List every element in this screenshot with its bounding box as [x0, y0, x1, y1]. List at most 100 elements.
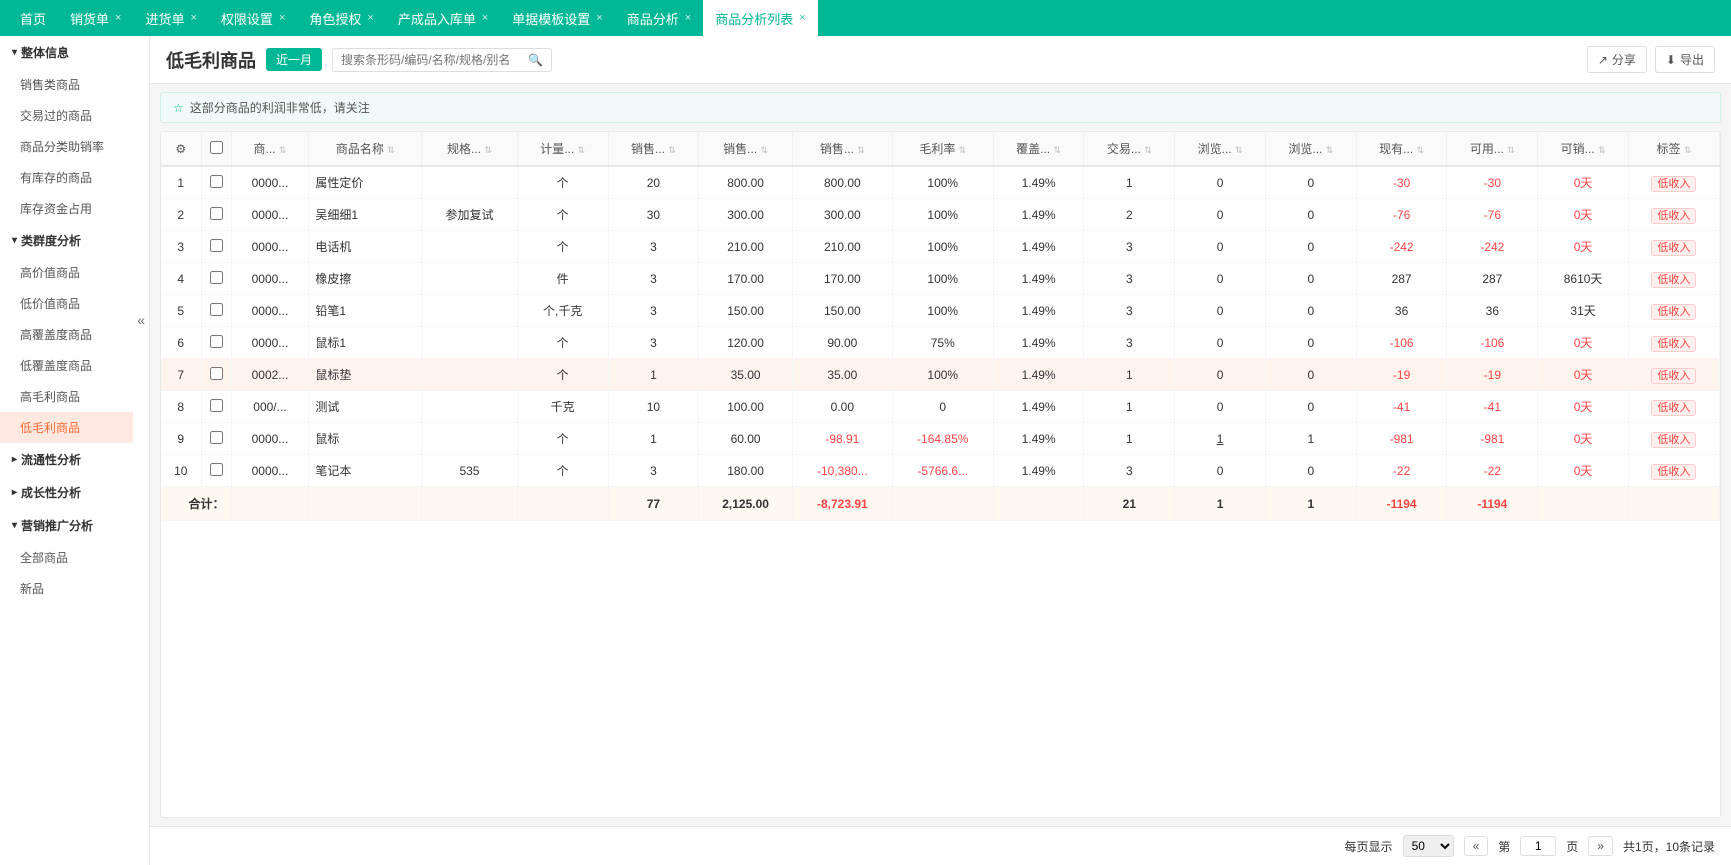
sidebar-item-sales-products[interactable]: 销售类商品: [0, 69, 133, 100]
row-checkbox[interactable]: [201, 166, 231, 199]
row-view1[interactable]: 0: [1175, 391, 1266, 423]
sidebar-group-growth[interactable]: ▸ 成长性分析: [0, 476, 133, 509]
row-view1[interactable]: 1: [1175, 423, 1266, 455]
row-select-checkbox[interactable]: [210, 399, 223, 412]
row-select-checkbox[interactable]: [210, 271, 223, 284]
row-select-checkbox[interactable]: [210, 335, 223, 348]
sidebar-item-traded[interactable]: 交易过的商品: [0, 100, 133, 131]
filter-recent-month[interactable]: 近一月: [266, 48, 322, 71]
col-sale1[interactable]: 销售... ⇅: [608, 132, 699, 166]
prev-page-button[interactable]: «: [1464, 836, 1489, 856]
row-view1[interactable]: 0: [1175, 199, 1266, 231]
row-name[interactable]: 笔记本: [309, 455, 422, 487]
sidebar-item-low-value[interactable]: 低价值商品: [0, 288, 133, 319]
col-name[interactable]: 商品名称 ⇅: [309, 132, 422, 166]
row-select-checkbox[interactable]: [210, 207, 223, 220]
col-settings[interactable]: ⚙: [161, 132, 201, 166]
close-icon[interactable]: ×: [367, 12, 373, 24]
row-name[interactable]: 鼠标: [309, 423, 422, 455]
row-checkbox[interactable]: [201, 199, 231, 231]
row-name[interactable]: 鼠标垫: [309, 359, 422, 391]
search-input[interactable]: [332, 48, 552, 72]
row-name[interactable]: 铅笔1: [309, 295, 422, 327]
collapse-sidebar-button[interactable]: «: [133, 304, 149, 336]
row-checkbox[interactable]: [201, 455, 231, 487]
sidebar-group-flow[interactable]: ▸ 流通性分析: [0, 443, 133, 476]
search-icon[interactable]: 🔍: [528, 53, 543, 67]
select-all-checkbox[interactable]: [210, 141, 223, 154]
nav-item-sales[interactable]: 销货单 ×: [58, 0, 133, 36]
row-checkbox[interactable]: [201, 391, 231, 423]
col-coverage[interactable]: 覆盖... ⇅: [993, 132, 1084, 166]
row-checkbox[interactable]: [201, 423, 231, 455]
col-spec[interactable]: 规格... ⇅: [422, 132, 518, 166]
row-name[interactable]: 属性定价: [309, 166, 422, 199]
sidebar-item-high-value[interactable]: 高价值商品: [0, 257, 133, 288]
col-sale2[interactable]: 销售... ⇅: [699, 132, 793, 166]
col-stock1[interactable]: 现有... ⇅: [1356, 132, 1447, 166]
sidebar-item-low-coverage[interactable]: 低覆盖度商品: [0, 350, 133, 381]
row-view1[interactable]: 0: [1175, 455, 1266, 487]
row-name[interactable]: 电话机: [309, 231, 422, 263]
row-view1[interactable]: 0: [1175, 295, 1266, 327]
row-select-checkbox[interactable]: [210, 303, 223, 316]
col-trade[interactable]: 交易... ⇅: [1084, 132, 1175, 166]
sidebar-item-low-margin[interactable]: 低毛利商品: [0, 412, 133, 443]
sidebar-item-category-rate[interactable]: 商品分类助销率: [0, 131, 133, 162]
nav-item-permissions[interactable]: 权限设置 ×: [209, 0, 297, 36]
close-icon[interactable]: ×: [685, 12, 691, 24]
row-checkbox[interactable]: [201, 295, 231, 327]
close-icon[interactable]: ×: [482, 12, 488, 24]
per-page-select[interactable]: 50 100 200: [1403, 835, 1454, 857]
sidebar-group-marketing[interactable]: ▾ 营销推广分析: [0, 509, 133, 542]
page-number-input[interactable]: [1520, 836, 1556, 856]
close-icon[interactable]: ×: [596, 12, 602, 24]
col-view1[interactable]: 浏览... ⇅: [1175, 132, 1266, 166]
close-icon[interactable]: ×: [279, 12, 285, 24]
row-name[interactable]: 橡皮擦: [309, 263, 422, 295]
row-name[interactable]: 测试: [309, 391, 422, 423]
col-view2[interactable]: 浏览... ⇅: [1265, 132, 1356, 166]
row-checkbox[interactable]: [201, 263, 231, 295]
col-gross-rate[interactable]: 毛利率 ⇅: [892, 132, 993, 166]
nav-item-home[interactable]: 首页: [8, 0, 58, 36]
row-select-checkbox[interactable]: [210, 367, 223, 380]
close-icon[interactable]: ×: [115, 12, 121, 24]
row-checkbox[interactable]: [201, 359, 231, 391]
sidebar-item-all-products[interactable]: 全部商品: [0, 542, 133, 573]
row-checkbox[interactable]: [201, 231, 231, 263]
sidebar-item-capital[interactable]: 库存资金占用: [0, 193, 133, 224]
sidebar-item-high-coverage[interactable]: 高覆盖度商品: [0, 319, 133, 350]
col-unit[interactable]: 计量... ⇅: [517, 132, 608, 166]
nav-item-analytics-list[interactable]: 商品分析列表 ×: [703, 0, 817, 36]
sidebar-item-high-margin[interactable]: 高毛利商品: [0, 381, 133, 412]
row-select-checkbox[interactable]: [210, 431, 223, 444]
col-stock2[interactable]: 可用... ⇅: [1447, 132, 1538, 166]
share-button[interactable]: ↗ 分享: [1587, 46, 1647, 73]
col-sale3[interactable]: 销售... ⇅: [792, 132, 892, 166]
row-view1[interactable]: 0: [1175, 263, 1266, 295]
row-select-checkbox[interactable]: [210, 463, 223, 476]
row-view1[interactable]: 0: [1175, 231, 1266, 263]
row-name[interactable]: 鼠标1: [309, 327, 422, 359]
row-name[interactable]: 吴细细1: [309, 199, 422, 231]
row-checkbox[interactable]: [201, 327, 231, 359]
nav-item-templates[interactable]: 单据模板设置 ×: [500, 0, 614, 36]
col-checkbox[interactable]: [201, 132, 231, 166]
row-select-checkbox[interactable]: [210, 239, 223, 252]
nav-item-purchase[interactable]: 进货单 ×: [133, 0, 208, 36]
sidebar-group-class[interactable]: ▾ 类群度分析: [0, 224, 133, 257]
export-button[interactable]: ⬇ 导出: [1655, 46, 1715, 73]
col-tag[interactable]: 标签 ⇅: [1628, 132, 1719, 166]
nav-item-roles[interactable]: 角色授权 ×: [297, 0, 385, 36]
row-view1[interactable]: 0: [1175, 359, 1266, 391]
row-select-checkbox[interactable]: [210, 175, 223, 188]
row-view1[interactable]: 0: [1175, 166, 1266, 199]
nav-item-analytics[interactable]: 商品分析 ×: [615, 0, 703, 36]
close-icon[interactable]: ×: [799, 12, 805, 24]
close-icon[interactable]: ×: [190, 12, 196, 24]
col-code[interactable]: 商... ⇅: [231, 132, 309, 166]
col-sellable[interactable]: 可销... ⇅: [1538, 132, 1629, 166]
next-page-button[interactable]: »: [1588, 836, 1613, 856]
row-view1[interactable]: 0: [1175, 327, 1266, 359]
